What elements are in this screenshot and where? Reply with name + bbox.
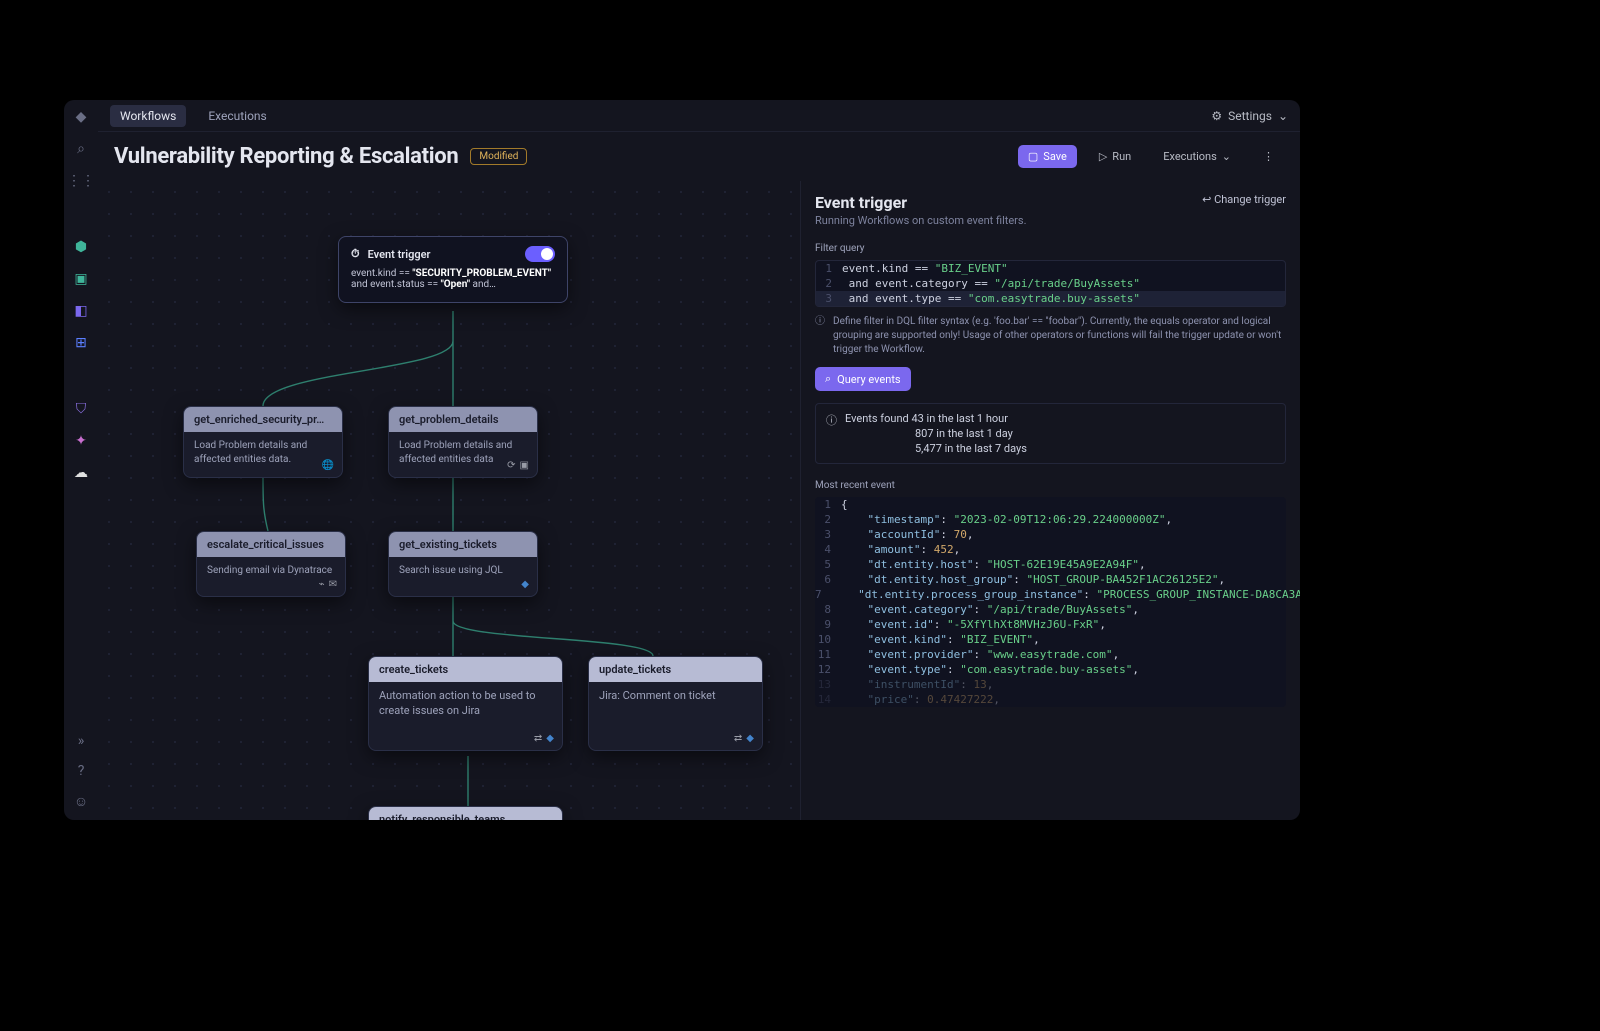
- node-title: escalate_critical_issues: [197, 532, 345, 557]
- save-icon: ▢: [1028, 150, 1038, 163]
- trigger-icon: ⏱: [351, 247, 360, 261]
- settings-menu[interactable]: ⚙ Settings ⌄: [1211, 109, 1288, 123]
- help-icon[interactable]: ?: [72, 762, 90, 780]
- chevron-down-icon: ⌄: [1222, 150, 1231, 163]
- node-title: get_enriched_security_pr…: [184, 407, 342, 432]
- run-label: Run: [1112, 150, 1131, 163]
- node-get-problem-details[interactable]: get_problem_details Load Problem details…: [388, 406, 538, 478]
- query-events-button[interactable]: ⌕ Query events: [815, 367, 911, 391]
- module-icon-1[interactable]: ⬢: [72, 238, 90, 256]
- loop-icon: ⟳: [507, 460, 515, 471]
- trigger-summary: event.kind == "SECURITY_PROBLEM_EVENT" a…: [339, 268, 567, 302]
- apps-icon[interactable]: ⋮⋮: [72, 172, 90, 190]
- app-window: ◆ ⌕ ⋮⋮ ⬢ ▣ ◧ ⊞ ⛉ ✦ ☁ » ? ☺ Workflows Exe…: [64, 100, 1300, 820]
- module-icon-3[interactable]: ◧: [72, 302, 90, 320]
- filter-hint-text: Define filter in DQL filter syntax (e.g.…: [833, 315, 1286, 357]
- graph-icon[interactable]: ✦: [72, 432, 90, 450]
- save-label: Save: [1043, 150, 1067, 163]
- node-desc: Load Problem details and affected entiti…: [184, 432, 342, 476]
- loop-icon: ⇄: [534, 733, 542, 744]
- gear-icon: ⚙: [1211, 109, 1222, 123]
- node-get-enriched-security[interactable]: get_enriched_security_pr… Load Problem d…: [183, 406, 343, 478]
- executions-label: Executions: [1163, 150, 1217, 163]
- settings-label: Settings: [1228, 109, 1272, 123]
- code-icon: ⌁: [319, 579, 325, 590]
- module-icon-4[interactable]: ⊞: [72, 334, 90, 352]
- node-title: notify_responsible_teams: [369, 807, 562, 820]
- mail-icon: ✉: [329, 579, 337, 590]
- panel-subtitle: Running Workflows on custom event filter…: [815, 214, 1286, 227]
- workflow-canvas[interactable]: ⏱ Event trigger event.kind == "SECURITY_…: [98, 181, 800, 820]
- app-icon: ▣: [520, 460, 529, 471]
- details-panel: ↩ Change trigger Event trigger Running W…: [800, 181, 1300, 820]
- node-create-tickets[interactable]: create_tickets Automation action to be u…: [368, 656, 563, 751]
- recent-event-label: Most recent event: [815, 480, 1286, 491]
- events-row-0: 43 in the last 1 hour: [911, 412, 1008, 425]
- node-escalate-critical[interactable]: escalate_critical_issues Sending email v…: [196, 531, 346, 597]
- more-menu[interactable]: ⋮: [1253, 145, 1284, 168]
- filter-hint: ⓘ Define filter in DQL filter syntax (e.…: [815, 315, 1286, 357]
- expand-icon[interactable]: »: [72, 732, 90, 750]
- recent-event-viewer[interactable]: 1{2 "timestamp": "2023-02-09T12:06:29.22…: [815, 497, 1286, 707]
- topbar: Workflows Executions ⚙ Settings ⌄: [98, 100, 1300, 132]
- jira-icon: ◆: [746, 733, 754, 744]
- search-icon: ⌕: [825, 372, 831, 386]
- loop-icon: ⇄: [734, 733, 742, 744]
- left-rail: ◆ ⌕ ⋮⋮ ⬢ ▣ ◧ ⊞ ⛉ ✦ ☁ » ? ☺: [64, 100, 98, 820]
- shield-icon[interactable]: ⛉: [72, 400, 90, 418]
- run-button[interactable]: ▷ Run: [1089, 145, 1141, 168]
- node-notify-teams[interactable]: notify_responsible_teams for each affect…: [368, 806, 563, 820]
- globe-icon: 🌐: [322, 460, 334, 471]
- trigger-title: Event trigger: [368, 248, 431, 261]
- node-title: update_tickets: [589, 657, 762, 682]
- tab-workflows[interactable]: Workflows: [110, 105, 186, 127]
- status-badge: Modified: [470, 148, 527, 165]
- info-icon: ⓘ: [826, 412, 837, 455]
- node-event-trigger[interactable]: ⏱ Event trigger event.kind == "SECURITY_…: [338, 236, 568, 303]
- play-icon: ▷: [1099, 150, 1107, 163]
- tab-executions[interactable]: Executions: [198, 105, 276, 127]
- executions-dropdown[interactable]: Executions ⌄: [1153, 145, 1241, 168]
- events-row-1: 807 in the last 1 day: [845, 427, 1027, 440]
- node-title: create_tickets: [369, 657, 562, 682]
- node-desc: Jira: Comment on ticket: [589, 682, 762, 714]
- node-desc: Search issue using JQL: [389, 557, 537, 588]
- cloud-icon[interactable]: ☁: [72, 464, 90, 482]
- filter-query-label: Filter query: [815, 243, 1286, 254]
- user-icon[interactable]: ☺: [72, 792, 90, 810]
- node-title: get_existing_tickets: [389, 532, 537, 557]
- module-icon-2[interactable]: ▣: [72, 270, 90, 288]
- events-found-label: Events found: [845, 412, 909, 425]
- events-found-box: ⓘ Events found 43 in the last 1 hour 807…: [815, 403, 1286, 464]
- save-button[interactable]: ▢ Save: [1018, 145, 1077, 168]
- search-icon[interactable]: ⌕: [72, 140, 90, 158]
- query-events-label: Query events: [837, 373, 900, 386]
- trigger-toggle[interactable]: [525, 246, 555, 262]
- page-title: Vulnerability Reporting & Escalation: [114, 144, 458, 169]
- node-title: get_problem_details: [389, 407, 537, 432]
- logo-icon[interactable]: ◆: [72, 108, 90, 126]
- node-update-tickets[interactable]: update_tickets Jira: Comment on ticket ⇄…: [588, 656, 763, 751]
- jira-icon: ◆: [521, 579, 529, 590]
- node-get-existing-tickets[interactable]: get_existing_tickets Search issue using …: [388, 531, 538, 597]
- chevron-down-icon: ⌄: [1278, 109, 1288, 123]
- jira-icon: ◆: [546, 733, 554, 744]
- change-trigger-link[interactable]: ↩ Change trigger: [1202, 193, 1286, 206]
- node-desc: Automation action to be used to create i…: [369, 682, 562, 729]
- filter-query-editor[interactable]: 1event.kind == "BIZ_EVENT"2 and event.ca…: [815, 260, 1286, 307]
- events-row-2: 5,477 in the last 7 days: [845, 442, 1027, 455]
- workflow-header: Vulnerability Reporting & Escalation Mod…: [98, 132, 1300, 181]
- main: Workflows Executions ⚙ Settings ⌄ Vulner…: [98, 100, 1300, 820]
- info-icon: ⓘ: [815, 315, 825, 357]
